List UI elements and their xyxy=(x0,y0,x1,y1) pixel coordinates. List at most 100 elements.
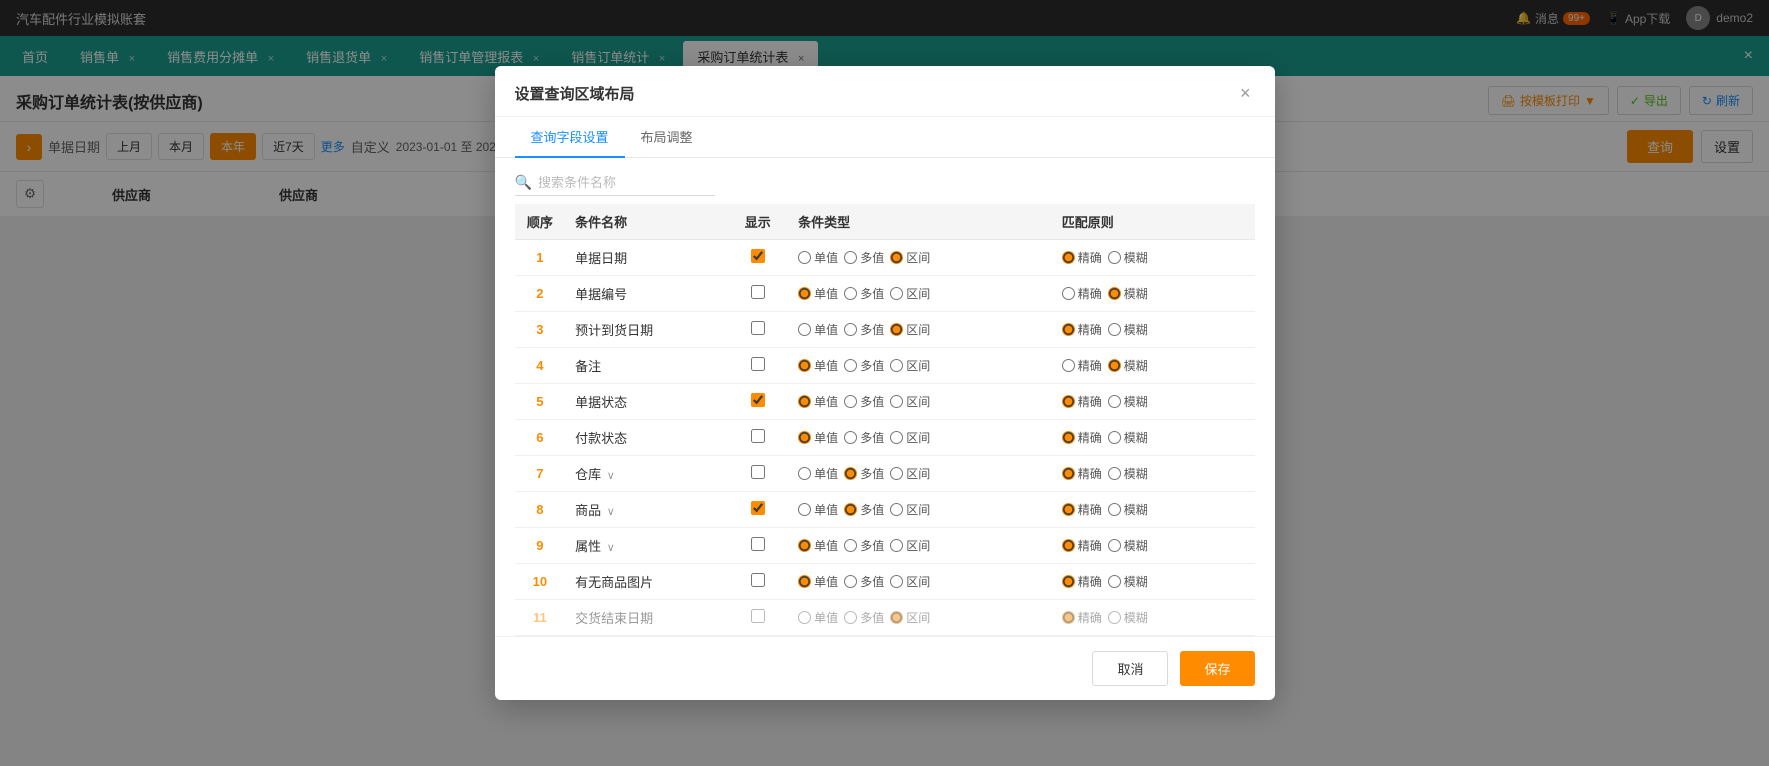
match-radio-item[interactable]: 精确 xyxy=(1062,285,1102,302)
type-radio-item[interactable]: 多值 xyxy=(844,609,884,626)
match-radio-item[interactable]: 精确 xyxy=(1062,429,1102,446)
type-radio-item[interactable]: 多值 xyxy=(844,393,884,410)
match-radio-item[interactable]: 模糊 xyxy=(1108,465,1148,482)
match-radio[interactable] xyxy=(1062,323,1075,336)
type-radio[interactable] xyxy=(844,467,857,480)
search-input[interactable] xyxy=(538,175,698,190)
type-radio[interactable] xyxy=(798,539,811,552)
match-radio[interactable] xyxy=(1108,323,1121,336)
save-button[interactable]: 保存 xyxy=(1180,651,1254,686)
type-radio-item[interactable]: 单值 xyxy=(798,609,838,626)
type-radio-item[interactable]: 多值 xyxy=(844,285,884,302)
type-radio[interactable] xyxy=(798,575,811,588)
type-radio[interactable] xyxy=(798,467,811,480)
type-radio-item[interactable]: 单值 xyxy=(798,429,838,446)
display-checkbox[interactable] xyxy=(751,393,765,407)
match-radio-item[interactable]: 模糊 xyxy=(1108,429,1148,446)
type-radio-item[interactable]: 多值 xyxy=(844,357,884,374)
match-radio[interactable] xyxy=(1108,359,1121,372)
type-radio-item[interactable]: 区间 xyxy=(890,285,930,302)
type-radio[interactable] xyxy=(844,359,857,372)
type-radio[interactable] xyxy=(890,575,903,588)
type-radio-item[interactable]: 区间 xyxy=(890,393,930,410)
dropdown-arrow-icon[interactable]: ∨ xyxy=(607,506,615,518)
match-radio[interactable] xyxy=(1108,395,1121,408)
type-radio[interactable] xyxy=(798,359,811,372)
display-checkbox[interactable] xyxy=(751,609,765,623)
type-radio[interactable] xyxy=(844,323,857,336)
type-radio[interactable] xyxy=(844,287,857,300)
type-radio[interactable] xyxy=(844,503,857,516)
match-radio-item[interactable]: 模糊 xyxy=(1108,501,1148,518)
match-radio[interactable] xyxy=(1062,503,1075,516)
type-radio-item[interactable]: 多值 xyxy=(844,501,884,518)
display-checkbox[interactable] xyxy=(751,429,765,443)
match-radio-item[interactable]: 精确 xyxy=(1062,357,1102,374)
type-radio[interactable] xyxy=(844,575,857,588)
match-radio-item[interactable]: 模糊 xyxy=(1108,609,1148,626)
match-radio-item[interactable]: 精确 xyxy=(1062,465,1102,482)
type-radio-item[interactable]: 区间 xyxy=(890,465,930,482)
tab-query-fields[interactable]: 查询字段设置 xyxy=(515,117,625,158)
type-radio[interactable] xyxy=(798,395,811,408)
type-radio-item[interactable]: 单值 xyxy=(798,465,838,482)
type-radio-item[interactable]: 区间 xyxy=(890,501,930,518)
match-radio-item[interactable]: 模糊 xyxy=(1108,393,1148,410)
match-radio-item[interactable]: 模糊 xyxy=(1108,537,1148,554)
match-radio[interactable] xyxy=(1108,539,1121,552)
type-radio[interactable] xyxy=(890,395,903,408)
match-radio[interactable] xyxy=(1062,575,1075,588)
match-radio-item[interactable]: 模糊 xyxy=(1108,357,1148,374)
match-radio[interactable] xyxy=(1108,575,1121,588)
display-checkbox[interactable] xyxy=(751,501,765,515)
type-radio[interactable] xyxy=(844,251,857,264)
type-radio-item[interactable]: 多值 xyxy=(844,429,884,446)
type-radio[interactable] xyxy=(890,359,903,372)
type-radio-item[interactable]: 区间 xyxy=(890,429,930,446)
match-radio-item[interactable]: 精确 xyxy=(1062,249,1102,266)
match-radio[interactable] xyxy=(1108,431,1121,444)
match-radio-item[interactable]: 精确 xyxy=(1062,393,1102,410)
match-radio-item[interactable]: 模糊 xyxy=(1108,573,1148,590)
type-radio-item[interactable]: 单值 xyxy=(798,321,838,338)
type-radio-item[interactable]: 多值 xyxy=(844,573,884,590)
type-radio[interactable] xyxy=(844,611,857,624)
type-radio-item[interactable]: 单值 xyxy=(798,249,838,266)
tab-layout-adjust[interactable]: 布局调整 xyxy=(625,117,709,158)
match-radio-item[interactable]: 精确 xyxy=(1062,609,1102,626)
type-radio-item[interactable]: 区间 xyxy=(890,357,930,374)
match-radio[interactable] xyxy=(1108,503,1121,516)
type-radio[interactable] xyxy=(844,395,857,408)
match-radio[interactable] xyxy=(1062,251,1075,264)
type-radio-item[interactable]: 单值 xyxy=(798,357,838,374)
type-radio-item[interactable]: 单值 xyxy=(798,393,838,410)
match-radio[interactable] xyxy=(1062,539,1075,552)
display-checkbox[interactable] xyxy=(751,321,765,335)
type-radio-item[interactable]: 多值 xyxy=(844,537,884,554)
type-radio-item[interactable]: 单值 xyxy=(798,501,838,518)
type-radio-item[interactable]: 区间 xyxy=(890,537,930,554)
match-radio[interactable] xyxy=(1062,359,1075,372)
match-radio[interactable] xyxy=(1062,431,1075,444)
match-radio-item[interactable]: 精确 xyxy=(1062,537,1102,554)
match-radio-item[interactable]: 精确 xyxy=(1062,321,1102,338)
dropdown-arrow-icon[interactable]: ∨ xyxy=(607,470,615,482)
type-radio-item[interactable]: 单值 xyxy=(798,285,838,302)
type-radio-item[interactable]: 区间 xyxy=(890,249,930,266)
type-radio[interactable] xyxy=(890,287,903,300)
type-radio[interactable] xyxy=(844,539,857,552)
type-radio-item[interactable]: 多值 xyxy=(844,249,884,266)
type-radio-item[interactable]: 区间 xyxy=(890,573,930,590)
type-radio-item[interactable]: 多值 xyxy=(844,465,884,482)
match-radio[interactable] xyxy=(1062,395,1075,408)
display-checkbox[interactable] xyxy=(751,573,765,587)
match-radio-item[interactable]: 精确 xyxy=(1062,501,1102,518)
type-radio[interactable] xyxy=(798,611,811,624)
type-radio[interactable] xyxy=(890,611,903,624)
type-radio[interactable] xyxy=(890,467,903,480)
type-radio[interactable] xyxy=(890,431,903,444)
type-radio-item[interactable]: 多值 xyxy=(844,321,884,338)
display-checkbox[interactable] xyxy=(751,357,765,371)
match-radio-item[interactable]: 模糊 xyxy=(1108,321,1148,338)
type-radio[interactable] xyxy=(798,251,811,264)
